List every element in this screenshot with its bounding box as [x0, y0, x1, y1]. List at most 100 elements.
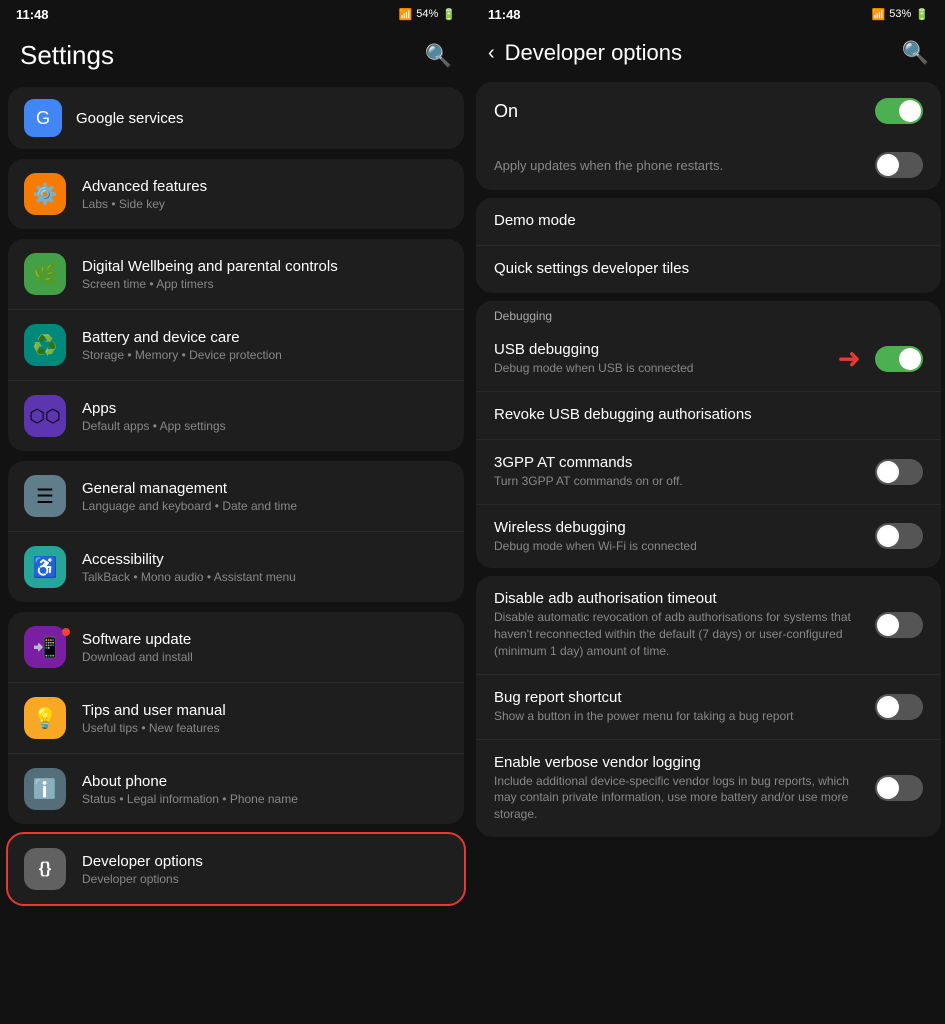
accessibility-subtitle: TalkBack • Mono audio • Assistant menu: [82, 570, 448, 584]
left-search-icon[interactable]: 🔍: [425, 43, 452, 69]
digital-wellbeing-item[interactable]: 🌿 Digital Wellbeing and parental control…: [8, 239, 464, 310]
usb-debugging-text: USB debugging Debug mode when USB is con…: [494, 341, 830, 377]
right-battery: 📶 53% 🔋: [872, 8, 929, 21]
accessibility-text: Accessibility TalkBack • Mono audio • As…: [82, 551, 448, 584]
on-label: On: [494, 101, 518, 122]
bug-report-toggle[interactable]: [875, 694, 923, 720]
3gpp-item[interactable]: 3GPP AT commands Turn 3GPP AT commands o…: [476, 440, 941, 505]
advanced-group: ⚙️ Advanced features Labs • Side key: [8, 159, 464, 229]
developer-icon: {}: [24, 848, 66, 890]
usb-debugging-arrow: ➜: [838, 342, 861, 375]
advanced-title: Advanced features: [82, 178, 448, 195]
demo-mode-item[interactable]: Demo mode: [476, 198, 941, 246]
disable-adb-text: Disable adb authorisation timeout Disabl…: [494, 590, 865, 659]
demo-mode-text: Demo mode: [494, 212, 923, 231]
google-icon: G: [24, 99, 62, 137]
usb-debugging-toggle[interactable]: [875, 346, 923, 372]
accessibility-item[interactable]: ♿ Accessibility TalkBack • Mono audio • …: [8, 532, 464, 602]
tips-subtitle: Useful tips • New features: [82, 721, 448, 735]
advanced-icon: ⚙️: [24, 173, 66, 215]
general-title: General management: [82, 480, 448, 497]
wireless-debugging-item[interactable]: Wireless debugging Debug mode when Wi-Fi…: [476, 505, 941, 569]
bug-report-item[interactable]: Bug report shortcut Show a button in the…: [476, 675, 941, 740]
settings-list: G Google services ⚙️ Advanced features L…: [0, 87, 472, 1024]
verbose-logging-item[interactable]: Enable verbose vendor logging Include ad…: [476, 740, 941, 837]
apps-text: Apps Default apps • App settings: [82, 400, 448, 433]
disable-adb-subtitle: Disable automatic revocation of adb auth…: [494, 609, 865, 659]
about-title: About phone: [82, 773, 448, 790]
software-icon: 📲: [24, 626, 66, 668]
right-wifi-icon: 📶: [872, 8, 886, 21]
on-section: On Apply updates when the phone restarts…: [476, 82, 941, 190]
software-subtitle: Download and install: [82, 650, 448, 664]
general-group: ☰ General management Language and keyboa…: [8, 461, 464, 602]
left-battery-icon: 🔋: [442, 8, 456, 21]
revoke-usb-item[interactable]: Revoke USB debugging authorisations: [476, 392, 941, 440]
apps-item[interactable]: ⬡⬡ Apps Default apps • App settings: [8, 381, 464, 451]
right-title: Developer options: [505, 40, 682, 66]
back-button[interactable]: ‹: [488, 42, 495, 65]
accessibility-icon: ♿: [24, 546, 66, 588]
verbose-logging-toggle[interactable]: [875, 775, 923, 801]
right-battery-text: 53%: [889, 8, 911, 20]
developer-subtitle: Developer options: [82, 872, 448, 886]
quick-settings-title: Quick settings developer tiles: [494, 260, 923, 277]
verbose-logging-subtitle: Include additional device-specific vendo…: [494, 773, 865, 823]
advanced-subtitle: Labs • Side key: [82, 197, 448, 211]
wireless-debugging-toggle[interactable]: [875, 523, 923, 549]
software-update-item[interactable]: 📲 Software update Download and install: [8, 612, 464, 683]
developer-on-toggle[interactable]: [875, 98, 923, 124]
tips-item[interactable]: 💡 Tips and user manual Useful tips • New…: [8, 683, 464, 754]
right-panel: 11:48 📶 53% 🔋 ‹ Developer options 🔍 On A…: [472, 0, 945, 1024]
adb-section: Disable adb authorisation timeout Disabl…: [476, 576, 941, 837]
google-services-item[interactable]: G Google services: [8, 87, 464, 149]
battery-icon: ♻️: [24, 324, 66, 366]
apps-title: Apps: [82, 400, 448, 417]
right-battery-icon: 🔋: [915, 8, 929, 21]
revoke-usb-text: Revoke USB debugging authorisations: [494, 406, 923, 425]
wellbeing-icon: 🌿: [24, 253, 66, 295]
battery-title: Battery and device care: [82, 329, 448, 346]
revoke-usb-title: Revoke USB debugging authorisations: [494, 406, 923, 423]
wireless-debugging-text: Wireless debugging Debug mode when Wi-Fi…: [494, 519, 865, 555]
battery-text: Battery and device care Storage • Memory…: [82, 329, 448, 362]
quick-settings-item[interactable]: Quick settings developer tiles: [476, 246, 941, 293]
demo-section: Demo mode Quick settings developer tiles: [476, 198, 941, 293]
usb-debugging-item[interactable]: USB debugging Debug mode when USB is con…: [476, 327, 941, 392]
about-icon: ℹ️: [24, 768, 66, 810]
wellbeing-text: Digital Wellbeing and parental controls …: [82, 258, 448, 291]
disable-adb-toggle[interactable]: [875, 612, 923, 638]
bug-report-text: Bug report shortcut Show a button in the…: [494, 689, 865, 725]
about-phone-item[interactable]: ℹ️ About phone Status • Legal informatio…: [8, 754, 464, 824]
apps-subtitle: Default apps • App settings: [82, 419, 448, 433]
general-subtitle: Language and keyboard • Date and time: [82, 499, 448, 513]
usb-debugging-subtitle: Debug mode when USB is connected: [494, 360, 830, 377]
3gpp-toggle[interactable]: [875, 459, 923, 485]
wireless-debugging-title: Wireless debugging: [494, 519, 865, 536]
developer-group: {} Developer options Developer options: [8, 834, 464, 904]
disable-adb-title: Disable adb authorisation timeout: [494, 590, 865, 607]
left-battery-text: 54%: [416, 8, 438, 20]
left-title: Settings: [20, 40, 114, 71]
general-management-item[interactable]: ☰ General management Language and keyboa…: [8, 461, 464, 532]
about-subtitle: Status • Legal information • Phone name: [82, 792, 448, 806]
developer-options-item[interactable]: {} Developer options Developer options: [8, 834, 464, 904]
tips-title: Tips and user manual: [82, 702, 448, 719]
advanced-features-item[interactable]: ⚙️ Advanced features Labs • Side key: [8, 159, 464, 229]
wellbeing-title: Digital Wellbeing and parental controls: [82, 258, 448, 275]
battery-item[interactable]: ♻️ Battery and device care Storage • Mem…: [8, 310, 464, 381]
bug-report-title: Bug report shortcut: [494, 689, 865, 706]
developer-options-list: On Apply updates when the phone restarts…: [472, 82, 945, 1024]
about-text: About phone Status • Legal information •…: [82, 773, 448, 806]
advanced-text: Advanced features Labs • Side key: [82, 178, 448, 211]
wellbeing-subtitle: Screen time • App timers: [82, 277, 448, 291]
disable-adb-item[interactable]: Disable adb authorisation timeout Disabl…: [476, 576, 941, 674]
quick-settings-text: Quick settings developer tiles: [494, 260, 923, 279]
wellbeing-group: 🌿 Digital Wellbeing and parental control…: [8, 239, 464, 451]
3gpp-text: 3GPP AT commands Turn 3GPP AT commands o…: [494, 454, 865, 490]
apply-updates-toggle[interactable]: [875, 152, 923, 178]
left-battery: 📶 54% 🔋: [399, 8, 456, 21]
apply-updates-row: Apply updates when the phone restarts.: [476, 140, 941, 190]
on-row[interactable]: On: [476, 82, 941, 140]
right-search-icon[interactable]: 🔍: [902, 40, 929, 66]
